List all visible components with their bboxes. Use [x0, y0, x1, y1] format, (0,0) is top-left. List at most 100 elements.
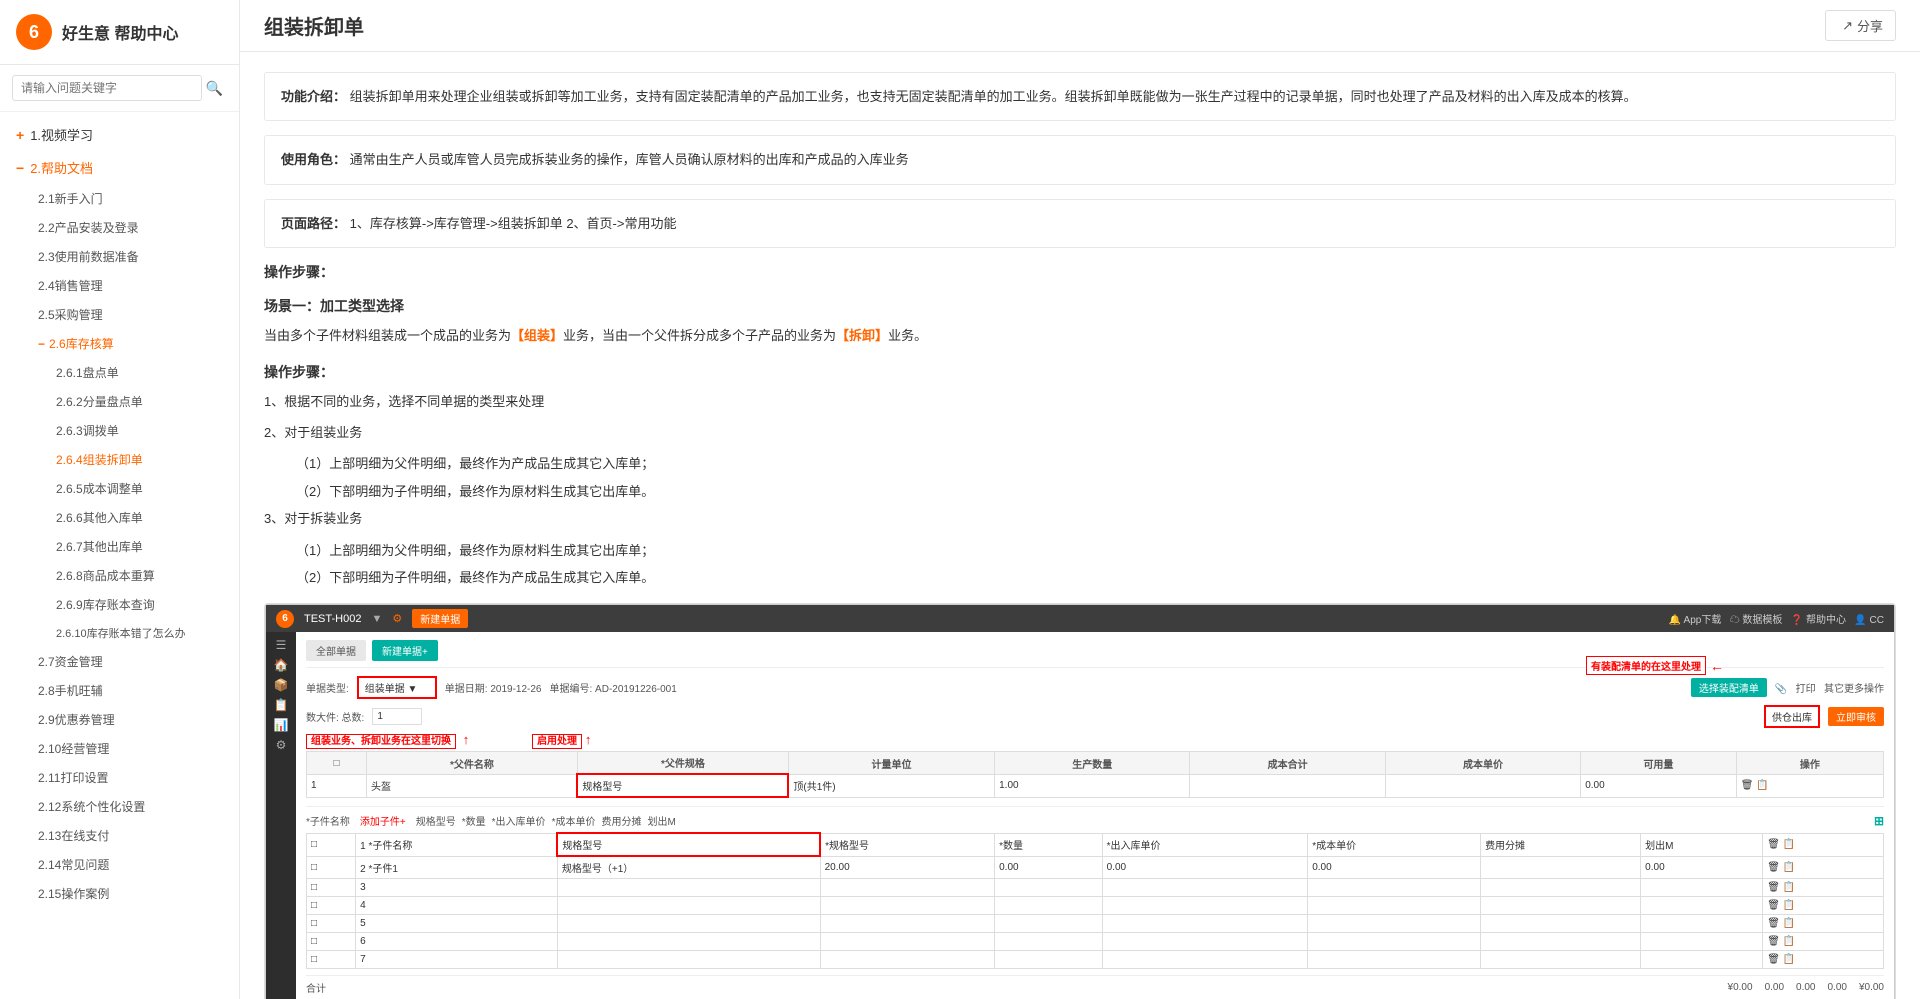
- role-box: 使用角色： 通常由生产人员或库管人员完成拆装业务的操作，库管人员确认原材料的出库…: [264, 135, 1896, 184]
- sidebar-item-2-14[interactable]: 2.14常见问题: [0, 850, 239, 879]
- sidebar-item-2-11[interactable]: 2.11打印设置: [0, 763, 239, 792]
- anno1-text: 有装配清单的在这里处理: [1586, 656, 1706, 675]
- mock-logo: 6: [276, 610, 294, 628]
- mock-dropdown-arrow: ▼: [371, 613, 382, 625]
- step3-text: 3、对于拆装业务: [264, 507, 1896, 530]
- sidebar-item-2-6-8[interactable]: 2.6.8商品成本重算: [0, 561, 239, 590]
- mock-footer-totals: 合计 ¥0.00 0.00 0.00 0.00 ¥0.00: [306, 975, 1884, 995]
- sidebar-item-2-9[interactable]: 2.9优惠券管理: [0, 705, 239, 734]
- sidebar-logo: 6 好生意 帮助中心: [0, 0, 239, 65]
- mock-app-id: TEST-H002: [304, 613, 361, 625]
- sidebar: 6 好生意 帮助中心 🔍 + 1.视频学习 − 2.帮助文档 2.1新手入门 2…: [0, 0, 240, 999]
- sidebar-item-2-6-5[interactable]: 2.6.5成本调整单: [0, 474, 239, 503]
- sidebar-item-2-6-9[interactable]: 2.6.9库存账本查询: [0, 590, 239, 619]
- mock-new-btn: 新建单据: [412, 609, 468, 628]
- mock-cell-red: 规格型号: [577, 774, 788, 797]
- share-button[interactable]: ↗ 分享: [1825, 10, 1896, 41]
- sidebar-item-2-13[interactable]: 2.13在线支付: [0, 821, 239, 850]
- step1-text: 1、根据不同的业务，选择不同单据的类型来处理: [264, 390, 1896, 413]
- mock-expand-btn: ⊞: [1874, 814, 1884, 828]
- mock-add-btn: 添加子件+: [356, 813, 410, 828]
- ops-heading: 操作步骤：: [264, 262, 1896, 282]
- mock-confirm-btn: 立即审核: [1828, 707, 1884, 726]
- sidebar-item-2-6-10[interactable]: 2.6.10库存账本错了怎么办: [0, 619, 239, 647]
- mock-qty-input: 1: [372, 708, 422, 725]
- page-title: 组装拆卸单: [264, 11, 364, 40]
- anno1-arrow: ←: [1710, 658, 1724, 674]
- mock-tab-new: 新建单据+: [372, 640, 438, 661]
- mock-sidebar-icons: ☰ 🏠 📦 📋 📊 ⚙: [266, 632, 296, 999]
- mock-count-label: 数大件: 总数:: [306, 709, 364, 724]
- search-box: 🔍: [0, 65, 239, 112]
- intro-text: 组装拆卸单用来处理企业组装或拆卸等加工业务，支持有固定装配清单的产品加工业务，也…: [350, 89, 1637, 104]
- mock-select-template-btn: 选择装配清单: [1691, 678, 1767, 697]
- sidebar-item-2-6-3[interactable]: 2.6.3调拨单: [0, 416, 239, 445]
- content-area: 功能介绍： 组装拆卸单用来处理企业组装或拆卸等加工业务，支持有固定装配清单的产品…: [240, 52, 1920, 999]
- anno2-area: 组装业务、拆卸业务在这里切换 ↑ 启用处理 ↑: [306, 732, 1884, 747]
- sidebar-item-2-2[interactable]: 2.2产品安装及登录: [0, 213, 239, 242]
- sidebar-item-2-5[interactable]: 2.5采购管理: [0, 300, 239, 329]
- sidebar-item-2-8[interactable]: 2.8手机旺辅: [0, 676, 239, 705]
- sidebar-item-2-7[interactable]: 2.7资金管理: [0, 647, 239, 676]
- expand-icon-1: +: [16, 127, 24, 143]
- intro-box: 功能介绍： 组装拆卸单用来处理企业组装或拆卸等加工业务，支持有固定装配清单的产品…: [264, 72, 1896, 121]
- step2-sub2-text: （2）下部明细为子件明细，最终作为原材料生成其它出库单。: [264, 480, 1896, 503]
- sidebar-item-2-6-7[interactable]: 2.6.7其他出库单: [0, 532, 239, 561]
- search-input[interactable]: [12, 75, 202, 101]
- mock-col-cost2: 成本单价: [1385, 752, 1580, 775]
- path-box: 页面路径： 1、库存核算->库存管理->组装拆卸单 2、首页->常用功能: [264, 199, 1896, 248]
- topbar: 组装拆卸单 ↗ 分享: [240, 0, 1920, 52]
- step3-sub2-text: （2）下部明细为子件明细，最终作为产成品生成其它入库单。: [264, 566, 1896, 589]
- sidebar-item-2-12[interactable]: 2.12系统个性化设置: [0, 792, 239, 821]
- logo-icon: 6: [16, 14, 52, 50]
- mock-lower-label1: *子件名称: [306, 813, 350, 828]
- role-label: 使用角色：: [281, 152, 346, 167]
- step3-sub1-text: （1）上部明细为父件明细，最终作为原材料生成其它出库单；: [264, 539, 1896, 562]
- sidebar-item-video-learning[interactable]: + 1.视频学习: [0, 118, 239, 151]
- sidebar-item-2-1[interactable]: 2.1新手入门: [0, 184, 239, 213]
- path-label: 页面路径：: [281, 216, 346, 231]
- screenshot-container: 6 TEST-H002 ▼ ⚙ 新建单据 🔔 App下载 ☁ 数据模板 ❓ 帮助…: [264, 603, 1896, 999]
- mock-upper-table: □ *父件名称 *父件规格 计量单位 生产数量 成本合计 成本单价 可用量: [306, 751, 1884, 798]
- sidebar-item-help-docs[interactable]: − 2.帮助文档: [0, 151, 239, 184]
- anno3-text: 启用处理: [532, 734, 582, 749]
- mock-col-check: □: [307, 752, 367, 775]
- sidebar-item-2-6-2[interactable]: 2.6.2分量盘点单: [0, 387, 239, 416]
- sidebar-item-2-15[interactable]: 2.15操作案例: [0, 879, 239, 908]
- step2-sub1-text: （1）上部明细为父件明细，最终作为产成品生成其它入库单；: [264, 452, 1896, 475]
- sidebar-item-2-6-4[interactable]: 2.6.4组装拆卸单: [0, 445, 239, 474]
- sidebar-item-2-4[interactable]: 2.4销售管理: [0, 271, 239, 300]
- role-text: 通常由生产人员或库管人员完成拆装业务的操作，库管人员确认原材料的出库和产成品的入…: [350, 152, 909, 167]
- step2-text: 2、对于组装业务: [264, 421, 1896, 444]
- intro-label: 功能介绍：: [281, 89, 346, 104]
- anno2-text: 组装业务、拆卸业务在这里切换: [306, 734, 456, 749]
- mock-lower-header: *子件名称 添加子件+ 规格型号 *数量 *出入库单价 *成本单价 费用分摊 划…: [306, 806, 1884, 828]
- mock-col-count: 生产数量: [995, 752, 1190, 775]
- scene1-desc: 当由多个子件材料组装成一个成品的业务为【组装】业务，当由一个父件拆分成多个子产品…: [264, 324, 1896, 347]
- mock-id-label: 单据编号: AD-20191226-001: [550, 680, 677, 695]
- mock-lower-table: □ 1 *子件名称 规格型号 *规格型号 *数量 *出入库单价 *成本单价 费用…: [306, 832, 1884, 969]
- nav-section: + 1.视频学习 − 2.帮助文档 2.1新手入门 2.2产品安装及登录 2.3…: [0, 112, 239, 914]
- anno1-container: 有装配清单的在这里处理 ←: [1586, 656, 1724, 675]
- sidebar-item-2-3[interactable]: 2.3使用前数据准备: [0, 242, 239, 271]
- mock-col-qty: 计量单位: [788, 752, 994, 775]
- mock-col-avail: 可用量: [1581, 752, 1736, 775]
- share-icon: ↗: [1842, 18, 1853, 34]
- scene1-heading: 场景一：加工类型选择: [264, 296, 1896, 316]
- mock-col-name: *父件名称: [366, 752, 577, 775]
- mock-upper-section: □ *父件名称 *父件规格 计量单位 生产数量 成本合计 成本单价 可用量: [306, 751, 1884, 798]
- collapse-icon-2: −: [16, 160, 24, 176]
- search-button[interactable]: 🔍: [202, 76, 227, 101]
- sidebar-item-2-6[interactable]: − 2.6库存核算: [0, 329, 239, 358]
- mock-date-label: 单据日期: 2019-12-26: [445, 680, 542, 695]
- mock-type-input: 组装单据 ▼: [357, 676, 437, 699]
- anno3-arrow: ↑: [585, 732, 592, 747]
- path-text: 1、库存核算->库存管理->组装拆卸单 2、首页->常用功能: [350, 216, 677, 231]
- sidebar-item-2-6-6[interactable]: 2.6.6其他入库单: [0, 503, 239, 532]
- anno2-arrow: ↑: [463, 732, 470, 747]
- sidebar-item-2-10[interactable]: 2.10经营管理: [0, 734, 239, 763]
- sidebar-item-2-6-1[interactable]: 2.6.1盘点单: [0, 358, 239, 387]
- logo-text: 好生意 帮助中心: [62, 20, 178, 44]
- mock-form-field-1: 单据类型:: [306, 680, 349, 695]
- main-content: 组装拆卸单 ↗ 分享 功能介绍： 组装拆卸单用来处理企业组装或拆卸等加工业务，支…: [240, 0, 1920, 999]
